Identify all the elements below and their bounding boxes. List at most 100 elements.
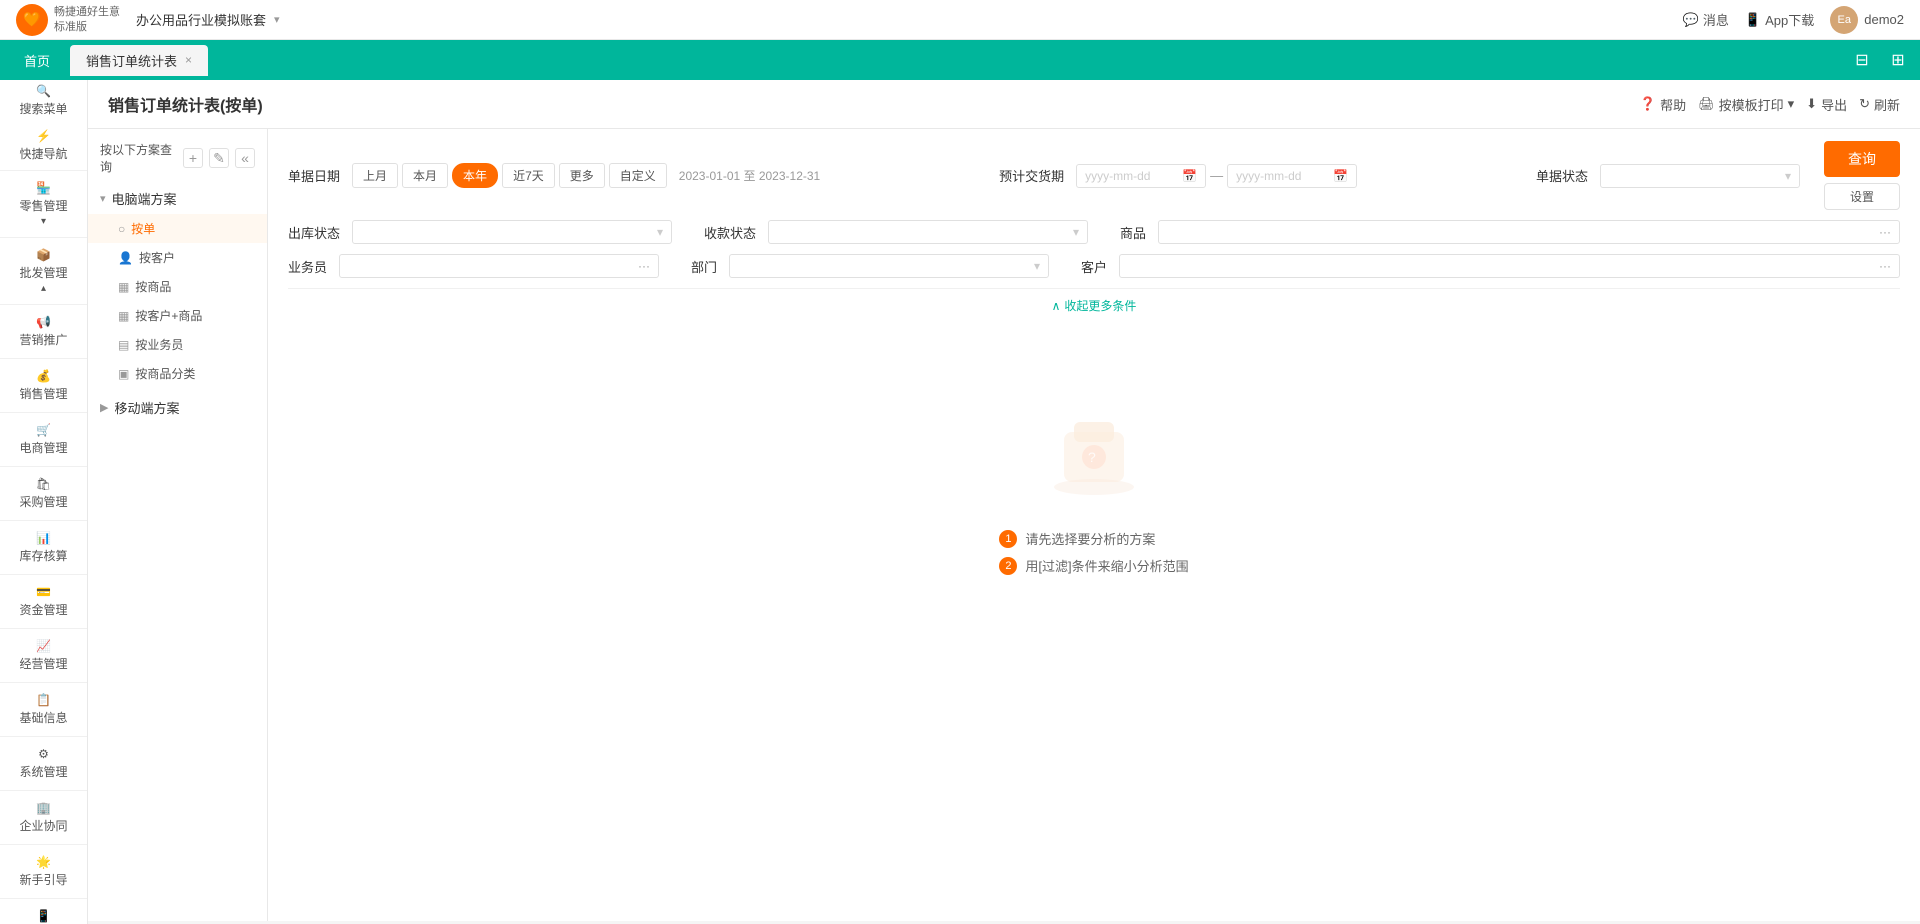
date-range-text: 2023-01-01 至 2023-12-31 <box>679 167 820 184</box>
logo-area: 🧡 畅捷通好生意 标准版 <box>16 4 120 36</box>
date-btn-last7days[interactable]: 近7天 <box>502 163 555 188</box>
user-avatar-btn[interactable]: Ea demo2 <box>1830 6 1904 34</box>
sidebar-item-wholesale[interactable]: 📦 批发管理 ▴ <box>0 238 87 305</box>
department-dropdown-icon: ▾ <box>1034 259 1040 273</box>
empty-tip-2: 2 用[过滤]条件来缩小分析范围 <box>999 556 1188 575</box>
refresh-btn[interactable]: ↻ 刷新 <box>1859 95 1900 114</box>
date-btn-last-month[interactable]: 上月 <box>352 163 398 188</box>
calendar-end-icon: 📅 <box>1333 169 1348 183</box>
scheme-section-mobile-title[interactable]: ▶ 移动端方案 <box>88 392 267 423</box>
product-more-icon[interactable]: ··· <box>1879 225 1891 239</box>
top-bar: 🧡 畅捷通好生意 标准版 办公用品行业模拟账套 ▾ 💬 消息 📱 App下载 E… <box>0 0 1920 40</box>
product-select[interactable]: ··· <box>1158 220 1900 244</box>
sidebar-item-retail[interactable]: 🏪 零售管理 ▾ <box>0 171 87 238</box>
message-btn[interactable]: 💬 消息 <box>1683 10 1729 29</box>
customer-select[interactable]: ··· <box>1119 254 1900 278</box>
sidebar-item-marketing[interactable]: 📢 营销推广 <box>0 305 87 359</box>
category-icon: ▣ <box>118 367 129 381</box>
tab-active[interactable]: 销售订单统计表 × <box>70 45 208 76</box>
customer-more-icon[interactable]: ··· <box>1879 259 1891 273</box>
salesman-more-icon[interactable]: ··· <box>638 259 650 273</box>
shipment-status-select[interactable]: ▾ <box>352 220 672 244</box>
finance-icon: 💳 <box>36 585 51 599</box>
enterprise-icon: 🏢 <box>36 801 51 815</box>
scheme-item-by-category[interactable]: ▣ 按商品分类 <box>88 359 267 388</box>
app-title: 办公用品行业模拟账套 <box>136 10 266 29</box>
expected-date-start-input[interactable]: yyyy-mm-dd 📅 <box>1076 164 1206 188</box>
order-status-select[interactable]: ▾ <box>1600 164 1800 188</box>
edit-scheme-icon[interactable]: ✎ <box>209 148 229 168</box>
sidebar-quick-nav-btn[interactable]: ⚡ 快捷导航 <box>0 121 87 171</box>
sidebar-item-operation[interactable]: 📈 经营管理 <box>0 629 87 683</box>
top-bar-right: 💬 消息 📱 App下载 Ea demo2 <box>1683 6 1904 34</box>
date-separator: — <box>1210 168 1223 183</box>
operation-icon: 📈 <box>36 639 51 653</box>
department-select[interactable]: ▾ <box>729 254 1049 278</box>
app-title-dropdown-icon[interactable]: ▾ <box>274 13 280 26</box>
sidebar-item-appcenter[interactable]: 📱 应用中心 <box>0 899 87 924</box>
order-status-dropdown-icon: ▾ <box>1785 169 1791 183</box>
sidebar-item-sales[interactable]: 💰 销售管理 <box>0 359 87 413</box>
template-print-btn[interactable]: 🖨 按模板打印 ▾ <box>1698 95 1794 114</box>
collapse-btn[interactable]: ∧ 收起更多条件 <box>268 289 1920 322</box>
date-input-start-group: yyyy-mm-dd 📅 — yyyy-mm-dd 📅 <box>1076 164 1357 188</box>
ecommerce-icon: 🛒 <box>36 423 51 437</box>
page-title: 销售订单统计表(按单) <box>108 92 263 116</box>
message-icon: 💬 <box>1683 12 1699 28</box>
salesman-select[interactable]: ··· <box>339 254 659 278</box>
avatar: Ea <box>1830 6 1858 34</box>
query-button[interactable]: 查询 <box>1824 141 1900 177</box>
print-dropdown-icon: ▾ <box>1788 96 1795 112</box>
sidebar-item-ecommerce[interactable]: 🛒 电商管理 <box>0 413 87 467</box>
maximize-icon[interactable]: ⊞ <box>1884 46 1912 74</box>
scheme-item-by-customer[interactable]: 👤 按客户 <box>88 243 267 272</box>
sidebar-item-enterprise[interactable]: 🏢 企业协同 <box>0 791 87 845</box>
add-scheme-icon[interactable]: + <box>183 148 203 168</box>
scheme-item-by-customer-product[interactable]: ▦ 按客户+商品 <box>88 301 267 330</box>
date-btn-this-month[interactable]: 本月 <box>402 163 448 188</box>
expected-date-end-input[interactable]: yyyy-mm-dd 📅 <box>1227 164 1357 188</box>
sidebar-item-basic[interactable]: 📋 基础信息 <box>0 683 87 737</box>
scheme-item-by-salesman[interactable]: ▤ 按业务员 <box>88 330 267 359</box>
department-label: 部门 <box>691 257 717 276</box>
sidebar-item-purchase[interactable]: 🛍 采购管理 <box>0 467 87 521</box>
scheme-item-by-order[interactable]: ○ 按单 <box>88 214 267 243</box>
customer-label: 客户 <box>1081 257 1107 276</box>
sidebar-item-finance[interactable]: 💳 资金管理 <box>0 575 87 629</box>
sidebar-search-btn[interactable]: 🔍 搜索菜单 <box>0 80 87 121</box>
sidebar-item-newguide[interactable]: 🌟 新手引导 <box>0 845 87 899</box>
wholesale-icon: 📦 <box>36 248 51 262</box>
help-btn[interactable]: ❓ 帮助 <box>1640 95 1686 114</box>
tab-close-icon[interactable]: × <box>185 53 192 67</box>
date-label: 单据日期 <box>288 166 340 185</box>
scheme-section-pc: ▾ 电脑端方案 ○ 按单 👤 按客户 ▦ 按商品 <box>88 183 267 388</box>
sidebar-item-inventory[interactable]: 📊 库存核算 <box>0 521 87 575</box>
export-btn[interactable]: ⬇ 导出 <box>1806 95 1847 114</box>
tab-bar-right: ⊟ ⊞ <box>1848 46 1912 74</box>
scheme-section-pc-title[interactable]: ▾ 电脑端方案 <box>88 183 267 214</box>
calendar-start-icon: 📅 <box>1182 169 1197 183</box>
salesman-label: 业务员 <box>288 257 327 276</box>
scheme-item-by-product[interactable]: ▦ 按商品 <box>88 272 267 301</box>
collapse-scheme-icon[interactable]: « <box>235 148 255 168</box>
newguide-icon: 🌟 <box>36 855 51 869</box>
sidebar-item-system[interactable]: ⚙ 系统管理 <box>0 737 87 791</box>
salesman-icon: ▤ <box>118 338 129 352</box>
date-btn-custom[interactable]: 自定义 <box>609 163 667 188</box>
help-icon: ❓ <box>1640 96 1656 112</box>
date-btn-this-year[interactable]: 本年 <box>452 163 498 188</box>
tab-home[interactable]: 首页 <box>8 45 66 76</box>
app-download-btn[interactable]: 📱 App下载 <box>1745 10 1814 29</box>
collection-status-select[interactable]: ▾ <box>768 220 1088 244</box>
scheme-section-mobile: ▶ 移动端方案 <box>88 392 267 423</box>
filter-area: 单据日期 上月 本月 本年 近7天 更多 自定义 2023-01-01 至 20… <box>268 129 1920 921</box>
order-icon: ○ <box>118 222 125 236</box>
tab-bar: 首页 销售订单统计表 × ⊟ ⊞ <box>0 40 1920 80</box>
minimize-icon[interactable]: ⊟ <box>1848 46 1876 74</box>
date-btn-more[interactable]: 更多 <box>559 163 605 188</box>
product-icon: ▦ <box>118 280 129 294</box>
retail-icon: 🏪 <box>36 181 51 195</box>
empty-tip-1: 1 请先选择要分析的方案 <box>999 529 1188 548</box>
setting-button[interactable]: 设置 <box>1824 183 1900 210</box>
svg-text:?: ? <box>1088 449 1096 465</box>
